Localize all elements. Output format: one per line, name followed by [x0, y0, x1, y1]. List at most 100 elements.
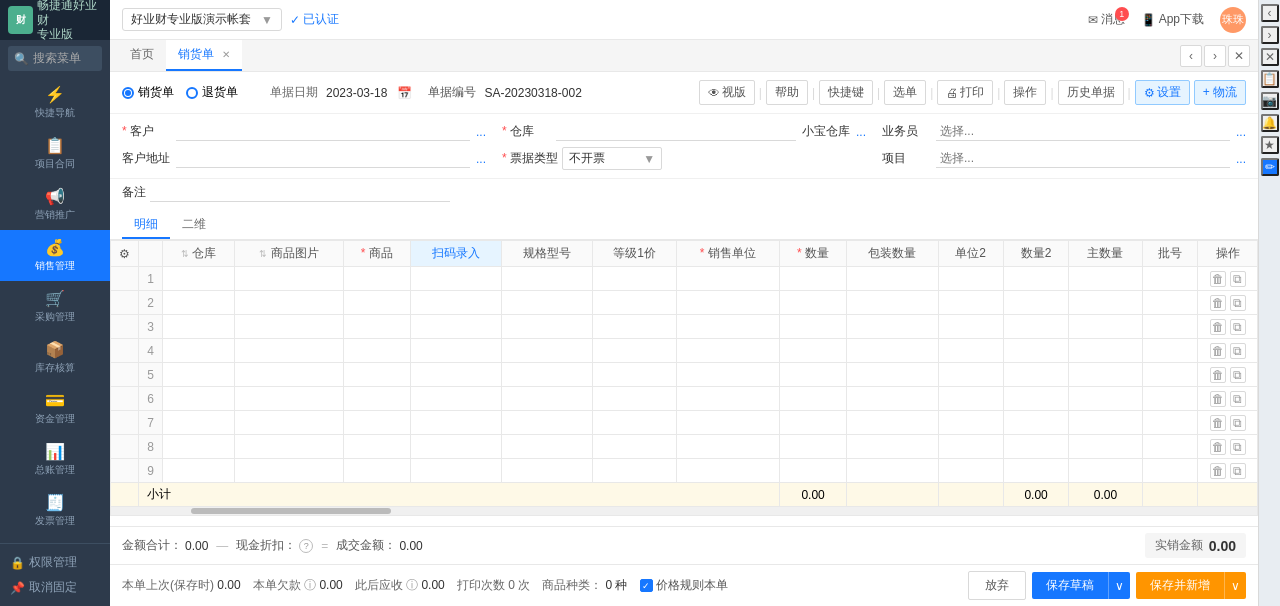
permission-mgmt-item[interactable]: 🔒 权限管理 [6, 550, 104, 575]
row-2-batch[interactable] [1142, 291, 1197, 315]
row-9-delete-button[interactable]: 🗑 [1210, 463, 1226, 479]
col-product-img[interactable]: ⇅ 商品图片 [235, 241, 343, 267]
row-5-copy-button[interactable]: ⧉ [1230, 367, 1246, 383]
sidebar-item-accounting[interactable]: 📊 总账管理 [0, 434, 110, 485]
price-check-item[interactable]: ✓ 价格规则本单 [640, 577, 728, 594]
abandon-button[interactable]: 放弃 [968, 571, 1026, 600]
invoice-type-select[interactable]: 不开票 ▼ [562, 147, 662, 170]
sales-order-radio[interactable]: 销货单 [122, 84, 174, 101]
col-quantity[interactable]: * 数量 [779, 241, 846, 267]
row-2-pack-qty[interactable] [847, 291, 938, 315]
search-menu-button[interactable]: 🔍 搜索菜单 [8, 46, 102, 71]
row-2-warehouse[interactable] [163, 291, 235, 315]
add-material-button[interactable]: + 物流 [1194, 80, 1246, 105]
row-4-copy-button[interactable]: ⧉ [1230, 343, 1246, 359]
row-1-product-img[interactable] [235, 267, 343, 291]
row-2-product[interactable] [343, 291, 410, 315]
settings-button[interactable]: ⚙ 设置 [1135, 80, 1190, 105]
row-2-delete-button[interactable]: 🗑 [1210, 295, 1226, 311]
table-settings-icon[interactable]: ⚙ [119, 247, 130, 261]
right-panel-close-button[interactable]: ✕ [1261, 48, 1279, 66]
pin-item[interactable]: 📌 取消固定 [6, 575, 104, 600]
price-check-checkbox[interactable]: ✓ [640, 579, 653, 592]
row-2-sales-unit[interactable] [676, 291, 779, 315]
user-action[interactable]: 珠珠 [1220, 7, 1246, 33]
row-2-product-img[interactable] [235, 291, 343, 315]
sidebar-item-quick-nav[interactable]: ⚡ 快捷导航 [0, 77, 110, 128]
right-panel-star-button[interactable]: ★ [1261, 136, 1279, 154]
sidebar-item-purchase[interactable]: 🛒 采购管理 [0, 281, 110, 332]
tab-sales-order[interactable]: 销货单 ✕ [166, 40, 242, 71]
row-9-copy-button[interactable]: ⧉ [1230, 463, 1246, 479]
note-input[interactable] [150, 183, 450, 202]
shortcut-button[interactable]: 快捷键 [819, 80, 873, 105]
row-2-spec[interactable] [502, 291, 593, 315]
save-draft-arrow-button[interactable]: ∨ [1108, 572, 1130, 599]
tab-prev-button[interactable]: ‹ [1180, 45, 1202, 67]
detail-tab-明细[interactable]: 明细 [122, 212, 170, 239]
sidebar-item-capital[interactable]: 💳 资金管理 [0, 383, 110, 434]
sidebar-item-marketing[interactable]: 📢 营销推广 [0, 179, 110, 230]
col-spec[interactable]: 规格型号 [502, 241, 593, 267]
scrollbar-thumb[interactable] [191, 508, 391, 514]
return-order-radio[interactable]: 退货单 [186, 84, 238, 101]
table-settings-header[interactable]: ⚙ [111, 241, 139, 267]
select-button[interactable]: 选单 [884, 80, 926, 105]
row-1-qty[interactable] [779, 267, 846, 291]
operation-button[interactable]: 操作 [1004, 80, 1046, 105]
row-1-grade-price[interactable] [593, 267, 676, 291]
row-1-sales-unit[interactable] [676, 267, 779, 291]
app-download-action[interactable]: 📱 App下载 [1141, 11, 1204, 28]
row-1-main-qty[interactable] [1069, 267, 1142, 291]
print-button[interactable]: 🖨 打印 [937, 80, 993, 105]
customer-more-icon[interactable]: ... [476, 125, 486, 139]
row-1-qty2[interactable] [1003, 267, 1068, 291]
row-7-copy-button[interactable]: ⧉ [1230, 415, 1246, 431]
save-draft-button[interactable]: 保存草稿 [1032, 572, 1108, 599]
sidebar-item-invoice[interactable]: 🧾 发票管理 [0, 485, 110, 536]
sidebar-item-sales[interactable]: 💰 销售管理 [0, 230, 110, 281]
save-new-button[interactable]: 保存并新增 [1136, 572, 1224, 599]
help-button[interactable]: 帮助 [766, 80, 808, 105]
customer-address-input[interactable] [176, 149, 470, 168]
salesperson-input[interactable] [936, 122, 1230, 141]
customer-address-more-icon[interactable]: ... [476, 152, 486, 166]
right-panel-edit-button[interactable]: ✏ [1261, 158, 1279, 176]
detail-tab-二维[interactable]: 二维 [170, 212, 218, 239]
tab-close-all-button[interactable]: ✕ [1228, 45, 1250, 67]
col-qty2[interactable]: 数量2 [1003, 241, 1068, 267]
company-selector[interactable]: 好业财专业版演示帐套 ▼ [122, 8, 282, 31]
customer-input[interactable] [176, 122, 470, 141]
row-2-copy-button[interactable]: ⧉ [1230, 295, 1246, 311]
sidebar-item-inventory[interactable]: 📦 库存核算 [0, 332, 110, 383]
row-6-delete-button[interactable]: 🗑 [1210, 391, 1226, 407]
row-2-grade-price[interactable] [593, 291, 676, 315]
col-main-qty[interactable]: 主数量 [1069, 241, 1142, 267]
row-8-delete-button[interactable]: 🗑 [1210, 439, 1226, 455]
row-2-qty[interactable] [779, 291, 846, 315]
row-1-batch[interactable] [1142, 267, 1197, 291]
row-3-delete-button[interactable]: 🗑 [1210, 319, 1226, 335]
calendar-icon[interactable]: 📅 [397, 86, 412, 100]
tab-close-icon[interactable]: ✕ [222, 49, 230, 60]
row-1-unit2[interactable] [938, 267, 1003, 291]
row-1-pack-qty[interactable] [847, 267, 938, 291]
row-1-scan[interactable] [410, 267, 501, 291]
row-8-copy-button[interactable]: ⧉ [1230, 439, 1246, 455]
row-1-copy-button[interactable]: ⧉ [1230, 271, 1246, 287]
right-panel-prev-button[interactable]: ‹ [1261, 4, 1279, 22]
right-panel-next-button[interactable]: › [1261, 26, 1279, 44]
warehouse-input[interactable] [556, 122, 796, 141]
horizontal-scrollbar[interactable] [111, 507, 1258, 516]
row-7-delete-button[interactable]: 🗑 [1210, 415, 1226, 431]
warehouse-more-icon[interactable]: ... [856, 125, 866, 139]
right-panel-clipboard-button[interactable]: 📋 [1261, 70, 1279, 88]
row-1-spec[interactable] [502, 267, 593, 291]
col-pack-qty[interactable]: 包装数量 [847, 241, 938, 267]
row-1-warehouse[interactable] [163, 267, 235, 291]
row-1-delete-button[interactable]: 🗑 [1210, 271, 1226, 287]
discount-help-icon[interactable]: ? [299, 539, 313, 553]
row-2-qty2[interactable] [1003, 291, 1068, 315]
tab-next-button[interactable]: › [1204, 45, 1226, 67]
save-new-arrow-button[interactable]: ∨ [1224, 572, 1246, 599]
